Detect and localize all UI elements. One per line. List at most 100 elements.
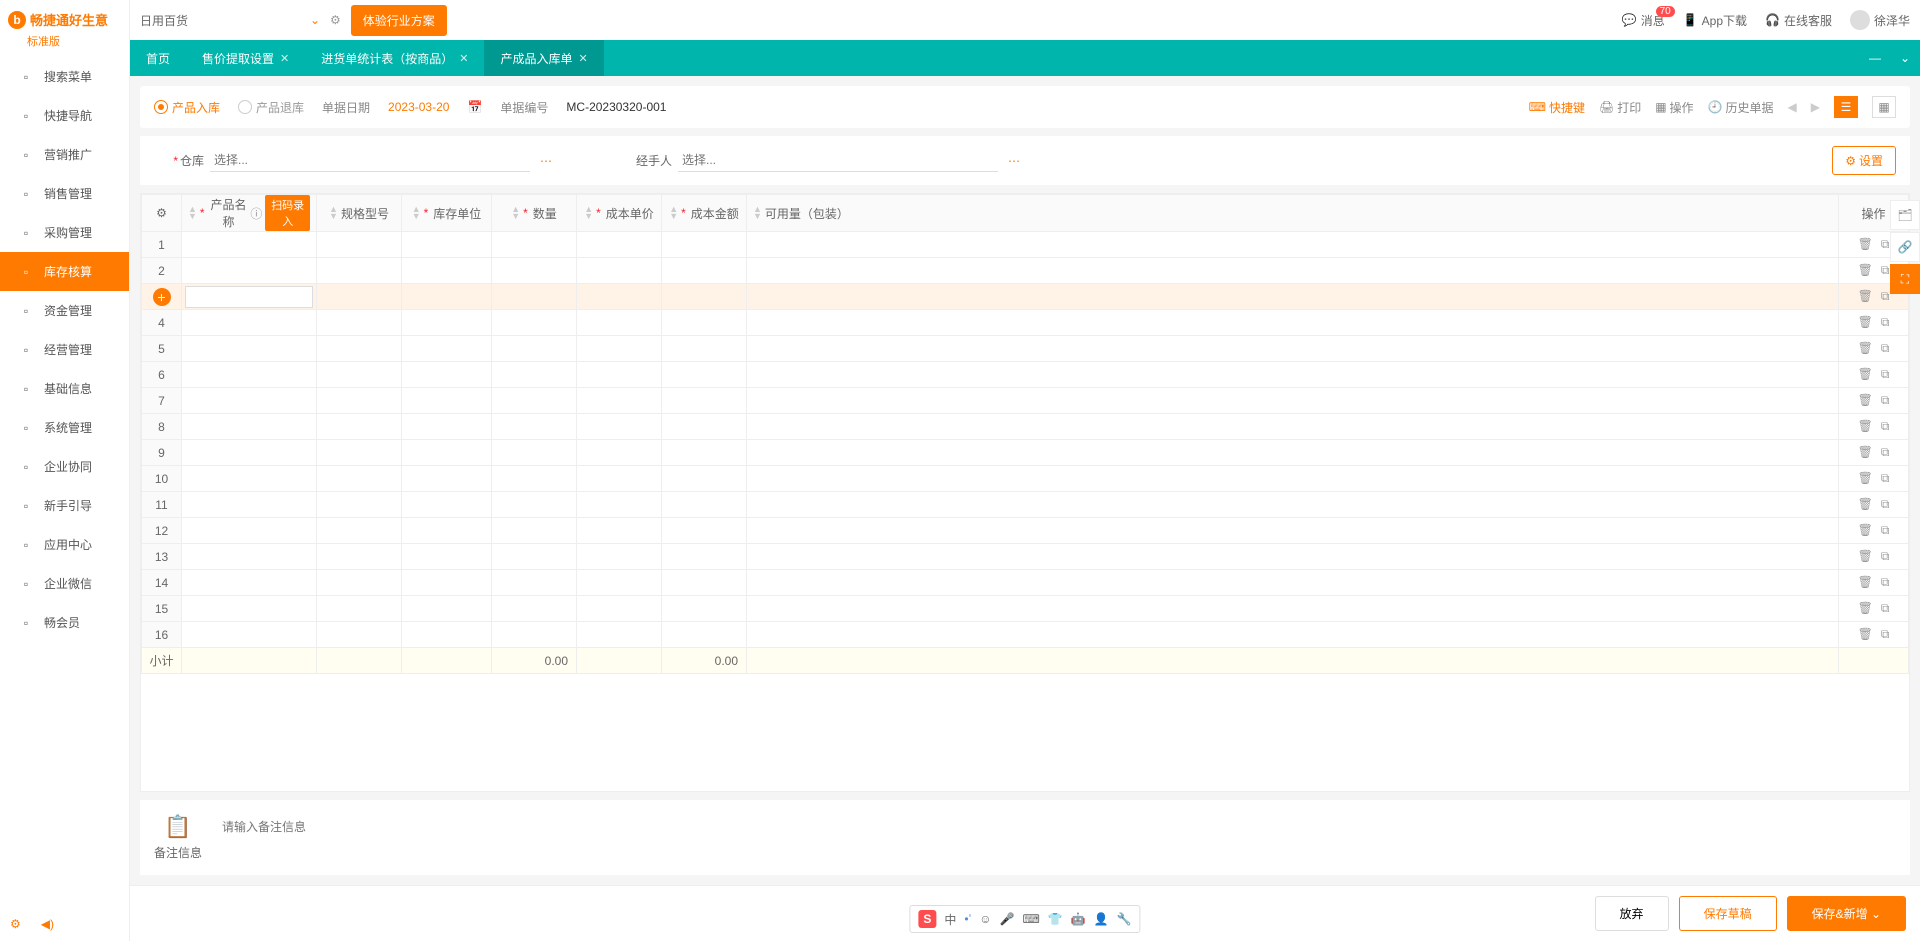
calendar-icon[interactable]: 📅 bbox=[467, 100, 482, 114]
close-icon[interactable]: ✕ bbox=[579, 52, 588, 65]
table-row[interactable]: 11🗑⧉ bbox=[142, 492, 1909, 518]
next-icon[interactable]: ▶ bbox=[1811, 100, 1820, 114]
table-row[interactable]: 8🗑⧉ bbox=[142, 414, 1909, 440]
copy-icon[interactable]: ⧉ bbox=[1881, 523, 1890, 538]
col-available[interactable]: ▲▼可用量（包装） bbox=[747, 195, 1839, 232]
copy-icon[interactable]: ⧉ bbox=[1881, 575, 1890, 590]
ime-icon[interactable]: •ʼ bbox=[964, 912, 971, 926]
ime-mic[interactable]: 🎤 bbox=[1000, 912, 1015, 926]
col-price[interactable]: ▲▼*成本单价 bbox=[577, 195, 662, 232]
history-button[interactable]: 🕘历史单据 bbox=[1708, 99, 1774, 116]
dock-item-3[interactable]: ⛶ bbox=[1890, 264, 1920, 294]
sidebar-item-home[interactable]: ▫快捷导航 bbox=[0, 96, 129, 135]
close-icon[interactable]: ✕ bbox=[459, 52, 468, 65]
category-dropdown[interactable]: 日用百货 ⌄ bbox=[140, 12, 320, 29]
table-row[interactable]: 4🗑⧉ bbox=[142, 310, 1909, 336]
copy-icon[interactable]: ⧉ bbox=[1881, 341, 1890, 356]
table-row[interactable]: 14🗑⧉ bbox=[142, 570, 1909, 596]
table-row[interactable]: 9🗑⧉ bbox=[142, 440, 1909, 466]
tab[interactable]: 进货单统计表（按商品）✕ bbox=[305, 40, 484, 76]
table-row[interactable]: 1🗑⧉ bbox=[142, 232, 1909, 258]
table-row[interactable]: 15🗑⧉ bbox=[142, 596, 1909, 622]
shortcut-button[interactable]: ⌨快捷键 bbox=[1529, 99, 1585, 116]
ime-robot[interactable]: 🤖 bbox=[1071, 912, 1086, 926]
ime-keyboard[interactable]: ⌨ bbox=[1022, 912, 1039, 926]
sidebar-item-cart[interactable]: ▫采购管理 bbox=[0, 213, 129, 252]
sidebar-item-vip[interactable]: ▫畅会员 bbox=[0, 603, 129, 642]
col-spec[interactable]: ▲▼规格型号 bbox=[317, 195, 402, 232]
date-value[interactable]: 2023-03-20 bbox=[388, 100, 449, 114]
messages-button[interactable]: 💬 消息 70 bbox=[1622, 12, 1665, 29]
settings-button[interactable]: ⚙设置 bbox=[1832, 146, 1896, 175]
gear-icon[interactable]: ⚙ bbox=[330, 13, 341, 27]
copy-icon[interactable]: ⧉ bbox=[1881, 263, 1890, 278]
ime-lang[interactable]: 中 bbox=[944, 911, 956, 928]
service-button[interactable]: 🎧 在线客服 bbox=[1765, 12, 1832, 29]
copy-icon[interactable]: ⧉ bbox=[1881, 367, 1890, 382]
copy-icon[interactable]: ⧉ bbox=[1881, 315, 1890, 330]
col-amount[interactable]: ▲▼*成本金额 bbox=[662, 195, 747, 232]
view-card[interactable]: ▦ bbox=[1872, 96, 1896, 118]
collapse-icon[interactable]: ◀) bbox=[41, 917, 54, 931]
copy-icon[interactable]: ⧉ bbox=[1881, 497, 1890, 512]
copy-icon[interactable]: ⧉ bbox=[1881, 445, 1890, 460]
user-menu[interactable]: 徐泽华 bbox=[1850, 10, 1910, 30]
ime-account[interactable]: 👤 bbox=[1094, 912, 1109, 926]
table-row[interactable]: 16🗑⧉ bbox=[142, 622, 1909, 648]
delete-icon[interactable]: 🗑 bbox=[1858, 289, 1873, 304]
dock-item-2[interactable]: 🔗 bbox=[1890, 232, 1920, 262]
settings-icon[interactable]: ⚙ bbox=[10, 917, 21, 931]
save-new-button[interactable]: 保存&新增 ⌄ bbox=[1787, 896, 1906, 931]
delete-icon[interactable]: 🗑 bbox=[1858, 523, 1873, 538]
copy-icon[interactable]: ⧉ bbox=[1881, 627, 1890, 642]
close-icon[interactable]: ✕ bbox=[280, 52, 289, 65]
sidebar-item-wechat[interactable]: ▫企业微信 bbox=[0, 564, 129, 603]
dock-item-1[interactable]: 🗂 bbox=[1890, 200, 1920, 230]
tab[interactable]: 产成品入库单✕ bbox=[484, 40, 603, 76]
copy-icon[interactable]: ⧉ bbox=[1881, 549, 1890, 564]
add-row-button[interactable]: + bbox=[153, 288, 171, 306]
ime-tools[interactable]: 🔧 bbox=[1117, 912, 1132, 926]
save-draft-button[interactable]: 保存草稿 bbox=[1679, 896, 1777, 931]
sidebar-item-search[interactable]: ▫搜索菜单 bbox=[0, 57, 129, 96]
sidebar-item-chart[interactable]: ▫经营管理 bbox=[0, 330, 129, 369]
copy-icon[interactable]: ⧉ bbox=[1881, 393, 1890, 408]
table-row[interactable]: 5🗑⧉ bbox=[142, 336, 1909, 362]
delete-icon[interactable]: 🗑 bbox=[1858, 341, 1873, 356]
table-row[interactable]: 2🗑⧉ bbox=[142, 258, 1909, 284]
delete-icon[interactable]: 🗑 bbox=[1858, 263, 1873, 278]
table-row[interactable]: 10🗑⧉ bbox=[142, 466, 1909, 492]
copy-icon[interactable]: ⧉ bbox=[1881, 237, 1890, 252]
col-product-name[interactable]: ▲▼*产品名称ⓘ扫码录入 bbox=[182, 195, 317, 232]
warehouse-more[interactable]: ⋯ bbox=[540, 154, 552, 168]
sidebar-item-gear[interactable]: ▫系统管理 bbox=[0, 408, 129, 447]
operation-button[interactable]: ▦操作 bbox=[1655, 99, 1693, 116]
col-qty[interactable]: ▲▼*数量 bbox=[492, 195, 577, 232]
print-button[interactable]: 🖨打印 bbox=[1599, 99, 1641, 116]
copy-icon[interactable]: ⧉ bbox=[1881, 601, 1890, 616]
delete-icon[interactable]: 🗑 bbox=[1858, 393, 1873, 408]
table-row[interactable]: 13🗑⧉ bbox=[142, 544, 1909, 570]
delete-icon[interactable]: 🗑 bbox=[1858, 419, 1873, 434]
sidebar-item-guide[interactable]: ▫新手引导 bbox=[0, 486, 129, 525]
delete-icon[interactable]: 🗑 bbox=[1858, 315, 1873, 330]
sidebar-item-apps[interactable]: ▫应用中心 bbox=[0, 525, 129, 564]
col-unit[interactable]: ▲▼*库存单位 bbox=[402, 195, 492, 232]
sidebar-item-doc[interactable]: ▫基础信息 bbox=[0, 369, 129, 408]
delete-icon[interactable]: 🗑 bbox=[1858, 575, 1873, 590]
scan-badge[interactable]: 扫码录入 bbox=[265, 195, 310, 231]
prev-icon[interactable]: ◀ bbox=[1788, 100, 1797, 114]
discard-button[interactable]: 放弃 bbox=[1595, 896, 1669, 931]
tab[interactable]: 首页 bbox=[130, 40, 186, 76]
table-row[interactable]: 12🗑⧉ bbox=[142, 518, 1909, 544]
sidebar-item-team[interactable]: ▫企业协同 bbox=[0, 447, 129, 486]
delete-icon[interactable]: 🗑 bbox=[1858, 497, 1873, 512]
delete-icon[interactable]: 🗑 bbox=[1858, 627, 1873, 642]
view-list[interactable]: ☰ bbox=[1834, 96, 1858, 118]
ime-emoji[interactable]: ☺ bbox=[979, 912, 991, 926]
col-settings[interactable]: ⚙ bbox=[142, 195, 182, 232]
table-row[interactable]: 6🗑⧉ bbox=[142, 362, 1909, 388]
delete-icon[interactable]: 🗑 bbox=[1858, 367, 1873, 382]
tab[interactable]: 售价提取设置✕ bbox=[186, 40, 305, 76]
remark-input[interactable] bbox=[216, 814, 1896, 840]
